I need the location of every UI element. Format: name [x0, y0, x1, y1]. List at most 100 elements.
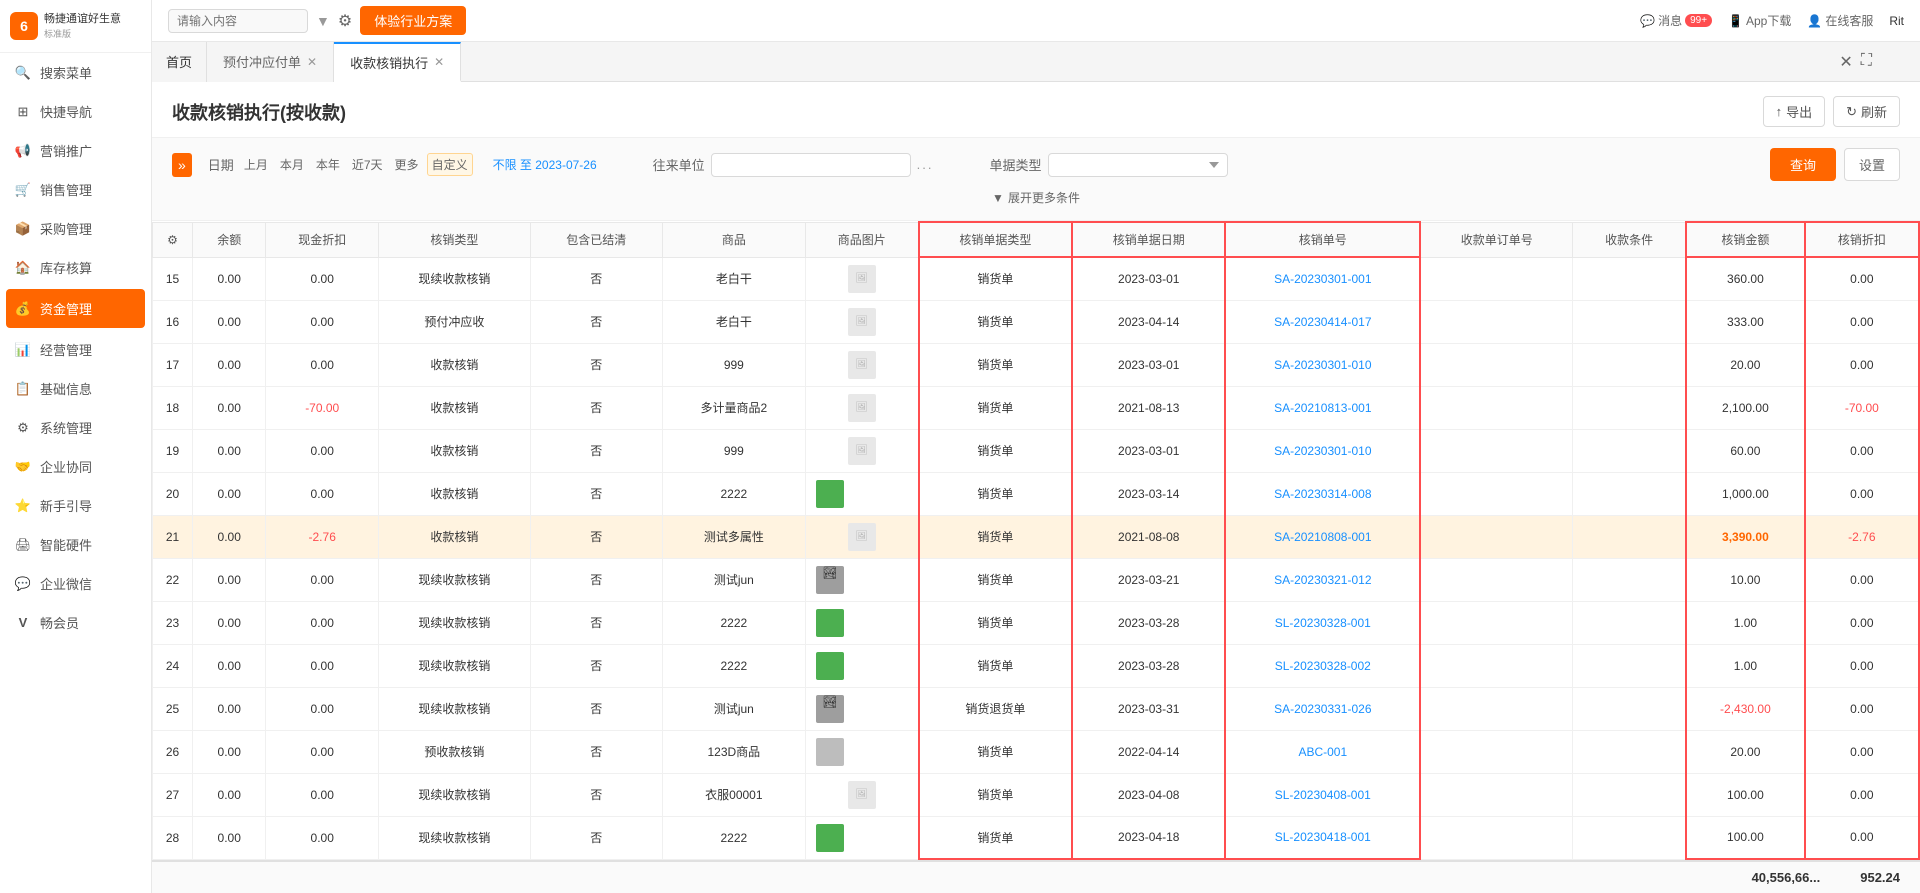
receipt-doc-link[interactable]: SA-20230301-010: [1274, 444, 1371, 458]
page-actions: ↑ 导出 ↻ 刷新: [1763, 96, 1900, 127]
dropdown-icon[interactable]: ▼: [316, 13, 330, 29]
td-row-num: 25: [153, 687, 193, 730]
table-wrapper: ⚙ 余额 现金折扣 核销类型 包含已结清 商品 商品图片 核销单据类型 核销单据…: [152, 221, 1920, 860]
td-receipt-order-no: [1420, 730, 1573, 773]
receipt-doc-link[interactable]: SA-20210808-001: [1274, 530, 1371, 544]
tab-writeoff[interactable]: 收款核销执行 ✕: [334, 42, 461, 82]
sidebar-item-operation[interactable]: 📊 经营管理: [0, 330, 151, 369]
sidebar-item-basic[interactable]: 📋 基础信息: [0, 369, 151, 408]
td-receipt-doc-no: SA-20230301-010: [1225, 343, 1420, 386]
sidebar-item-vip[interactable]: V 畅会员: [0, 603, 151, 642]
th-product: 商品: [662, 222, 805, 257]
receipt-doc-link[interactable]: SA-20230314-008: [1274, 487, 1371, 501]
th-settings[interactable]: ⚙: [153, 222, 193, 257]
refresh-button[interactable]: ↻ 刷新: [1833, 96, 1900, 127]
date-more-btn[interactable]: 更多: [391, 154, 423, 175]
sidebar-item-label: 新手引导: [40, 496, 92, 515]
td-receipt-order-no: [1420, 257, 1573, 300]
td-receipt-doc-no: SA-20230414-017: [1225, 300, 1420, 343]
page-content: 收款核销执行(按收款) ↑ 导出 ↻ 刷新 » 日期 上月: [152, 82, 1920, 893]
sidebar-item-marketing[interactable]: 📢 营销推广: [0, 131, 151, 170]
date-7days-btn[interactable]: 近7天: [348, 154, 387, 175]
guide-icon: ⭐: [14, 497, 32, 515]
setting-button[interactable]: 设置: [1844, 148, 1900, 181]
td-writeoff-amount: 1.00: [1686, 601, 1805, 644]
message-area[interactable]: 💬 消息 99+: [1640, 12, 1712, 29]
td-balance: 0.00: [193, 687, 266, 730]
sidebar-item-quicknav[interactable]: ⊞ 快捷导航: [0, 92, 151, 131]
receipt-doc-link[interactable]: SA-20230301-010: [1274, 358, 1371, 372]
td-cash-discount: 0.00: [266, 730, 379, 773]
solution-button[interactable]: 体验行业方案: [360, 6, 466, 35]
sidebar-item-collab[interactable]: 🤝 企业协同: [0, 447, 151, 486]
receipt-doc-link[interactable]: ABC-001: [1298, 745, 1347, 759]
receipt-doc-link[interactable]: SL-20230328-002: [1275, 659, 1371, 673]
close-window-icon[interactable]: ✕: [1839, 52, 1852, 72]
maximize-icon[interactable]: ⛶: [1861, 52, 1872, 72]
td-product: 999: [662, 343, 805, 386]
td-receipt-doc-date: 2023-04-14: [1072, 300, 1225, 343]
td-balance: 0.00: [193, 601, 266, 644]
message-badge: 99+: [1685, 14, 1712, 27]
td-include-settled: 否: [530, 601, 662, 644]
receipt-doc-link[interactable]: SL-20230408-001: [1275, 788, 1371, 802]
query-button[interactable]: 查询: [1770, 148, 1836, 181]
td-product: 测试jun: [662, 558, 805, 601]
sidebar-item-label: 搜索菜单: [40, 63, 92, 82]
partner-input[interactable]: [711, 153, 911, 177]
td-product: 2222: [662, 816, 805, 859]
export-button[interactable]: ↑ 导出: [1763, 96, 1826, 127]
td-receipt-doc-type: 销货单: [919, 429, 1072, 472]
sidebar-item-guide[interactable]: ⭐ 新手引导: [0, 486, 151, 525]
sidebar-item-wechat[interactable]: 💬 企业微信: [0, 564, 151, 603]
sidebar-item-finance[interactable]: 💰 资金管理: [6, 289, 145, 328]
tab-writeoff-close[interactable]: ✕: [434, 55, 444, 69]
table-row: 26 0.00 0.00 预收款核销 否 123D商品 销货单 2022-04-…: [153, 730, 1920, 773]
sidebar-item-purchase[interactable]: 📦 采购管理: [0, 209, 151, 248]
tab-prepay-close[interactable]: ✕: [307, 55, 317, 69]
gear-icon[interactable]: ⚙: [338, 11, 352, 31]
td-row-num: 19: [153, 429, 193, 472]
receipt-doc-link[interactable]: SA-20230331-026: [1274, 702, 1371, 716]
receipt-doc-link[interactable]: SA-20230301-001: [1274, 272, 1371, 286]
user-name[interactable]: Rit: [1889, 14, 1904, 28]
td-receipt-doc-no: SL-20230408-001: [1225, 773, 1420, 816]
receipt-doc-link[interactable]: SL-20230418-001: [1275, 830, 1371, 844]
receipt-doc-link[interactable]: SA-20210813-001: [1274, 401, 1371, 415]
product-image-placeholder: 🖼: [848, 437, 876, 465]
th-receipt-order-no: 收款单订单号: [1420, 222, 1573, 257]
td-receipt-doc-date: 2023-03-31: [1072, 687, 1225, 730]
receipt-doc-link[interactable]: SL-20230328-001: [1275, 616, 1371, 630]
date-year-btn[interactable]: 本年: [312, 154, 344, 175]
sidebar: 6 畅捷通谊好生意 标准版 🔍 搜索菜单 ⊞ 快捷导航 📢 营销推广 🛒 销售管…: [0, 0, 152, 893]
app-download[interactable]: 📱 App下载: [1728, 12, 1791, 29]
receipt-doc-link[interactable]: SA-20230414-017: [1274, 315, 1371, 329]
td-writeoff-discount: 0.00: [1805, 601, 1919, 644]
receipt-doc-link[interactable]: SA-20230321-012: [1274, 573, 1371, 587]
filter-partner-item: 往来单位 ...: [653, 153, 934, 177]
home-icon: ⊞: [14, 103, 32, 121]
sidebar-item-sales[interactable]: 🛒 销售管理: [0, 170, 151, 209]
td-cash-discount: 0.00: [266, 816, 379, 859]
date-cur-month-btn[interactable]: 本月: [276, 154, 308, 175]
footer-writeoff-discount: 952.24: [1860, 870, 1900, 885]
sidebar-item-system[interactable]: ⚙ 系统管理: [0, 408, 151, 447]
date-prev-month-btn[interactable]: 上月: [240, 154, 272, 175]
collab-icon: 🤝: [14, 458, 32, 476]
td-receipt-doc-date: 2021-08-08: [1072, 515, 1225, 558]
sidebar-item-hardware[interactable]: 🖨 智能硬件: [0, 525, 151, 564]
sidebar-item-inventory[interactable]: 🏠 库存核算: [0, 248, 151, 287]
tab-prepay[interactable]: 预付冲应付单 ✕: [207, 42, 334, 82]
td-receipt-doc-type: 销货单: [919, 816, 1072, 859]
td-receipt-order-no: [1420, 515, 1573, 558]
doctype-select[interactable]: [1048, 153, 1228, 177]
date-custom-btn[interactable]: 自定义: [427, 153, 473, 176]
td-balance: 0.00: [193, 386, 266, 429]
online-service[interactable]: 👤 在线客服: [1807, 12, 1873, 29]
filter-collapse-btn[interactable]: »: [172, 153, 192, 177]
search-input[interactable]: [168, 9, 308, 33]
tab-home[interactable]: 首页: [152, 42, 207, 82]
td-product-img: [805, 816, 918, 859]
expand-conditions-btn[interactable]: ▼ 展开更多条件: [984, 185, 1088, 210]
sidebar-item-search[interactable]: 🔍 搜索菜单: [0, 53, 151, 92]
